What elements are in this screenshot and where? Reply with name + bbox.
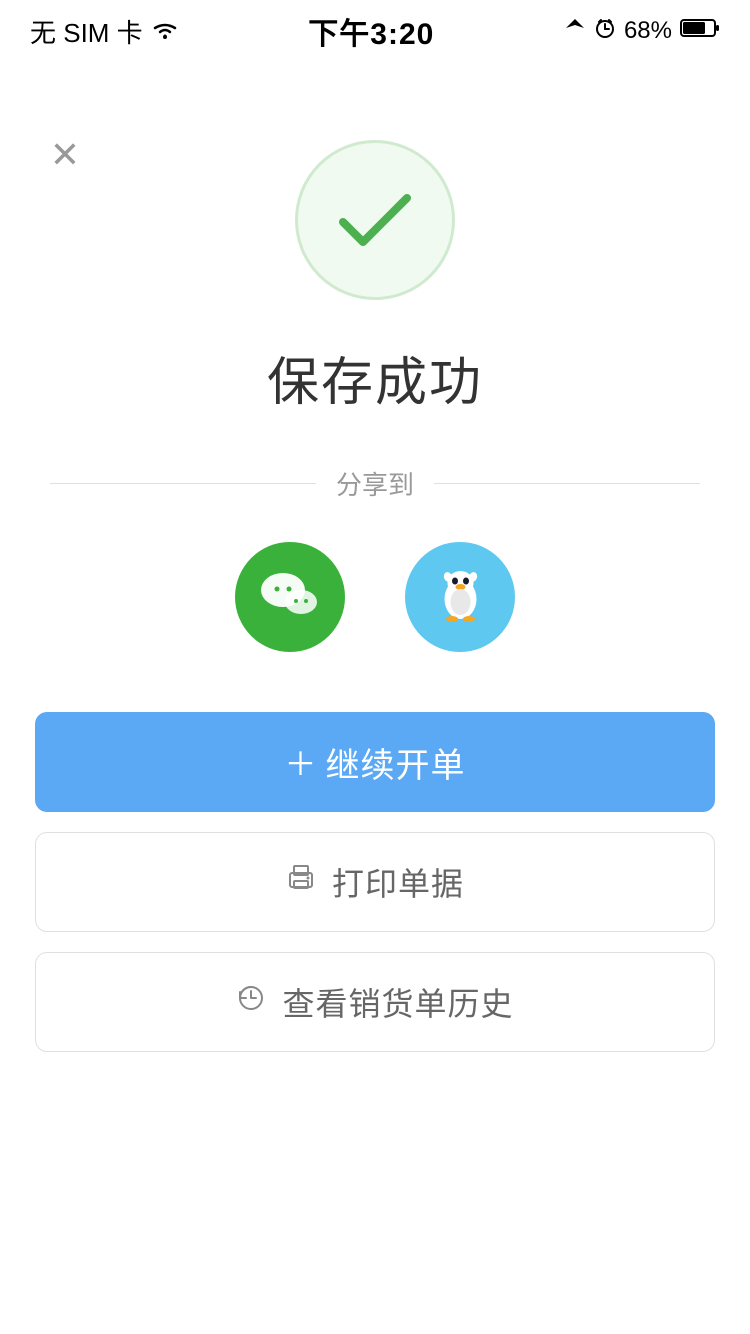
close-icon: ✕ [50,137,80,173]
wifi-icon [151,16,179,47]
qq-share-button[interactable] [405,542,515,652]
status-right: 68% [564,17,720,46]
status-time: 下午3:20 [308,9,434,53]
main-content: ✕ 保存成功 分享到 [0,60,750,1334]
plus-icon: ＋ [284,739,317,785]
share-section: 分享到 [0,465,750,652]
alarm-icon [594,17,616,46]
buttons-section: ＋ 继续开单 打印单据 [35,712,715,1052]
share-label: 分享到 [336,465,414,502]
status-left: 无 SIM 卡 [30,13,179,50]
wechat-icon [255,562,325,632]
checkmark-icon [335,190,415,250]
divider-left [50,483,316,484]
divider-right [434,483,700,484]
success-circle [295,140,455,300]
continue-label: 继续开单 [326,738,466,787]
status-bar: 无 SIM 卡 下午3:20 68% [0,0,750,60]
share-divider-row: 分享到 [50,465,700,502]
share-icons-row [235,542,515,652]
sim-text: 无 SIM 卡 [30,13,143,50]
location-icon [564,17,586,46]
close-button[interactable]: ✕ [40,130,90,180]
battery-icon [680,17,720,45]
wechat-share-button[interactable] [235,542,345,652]
history-label: 查看销货单历史 [282,979,513,1025]
history-button[interactable]: 查看销货单历史 [35,952,715,1052]
history-icon [236,983,266,1021]
print-button[interactable]: 打印单据 [35,832,715,932]
success-title: 保存成功 [267,340,483,415]
continue-button[interactable]: ＋ 继续开单 [35,712,715,812]
print-label: 打印单据 [332,859,464,905]
print-icon [286,863,316,901]
battery-text: 68% [624,17,672,45]
qq-icon [428,565,493,630]
